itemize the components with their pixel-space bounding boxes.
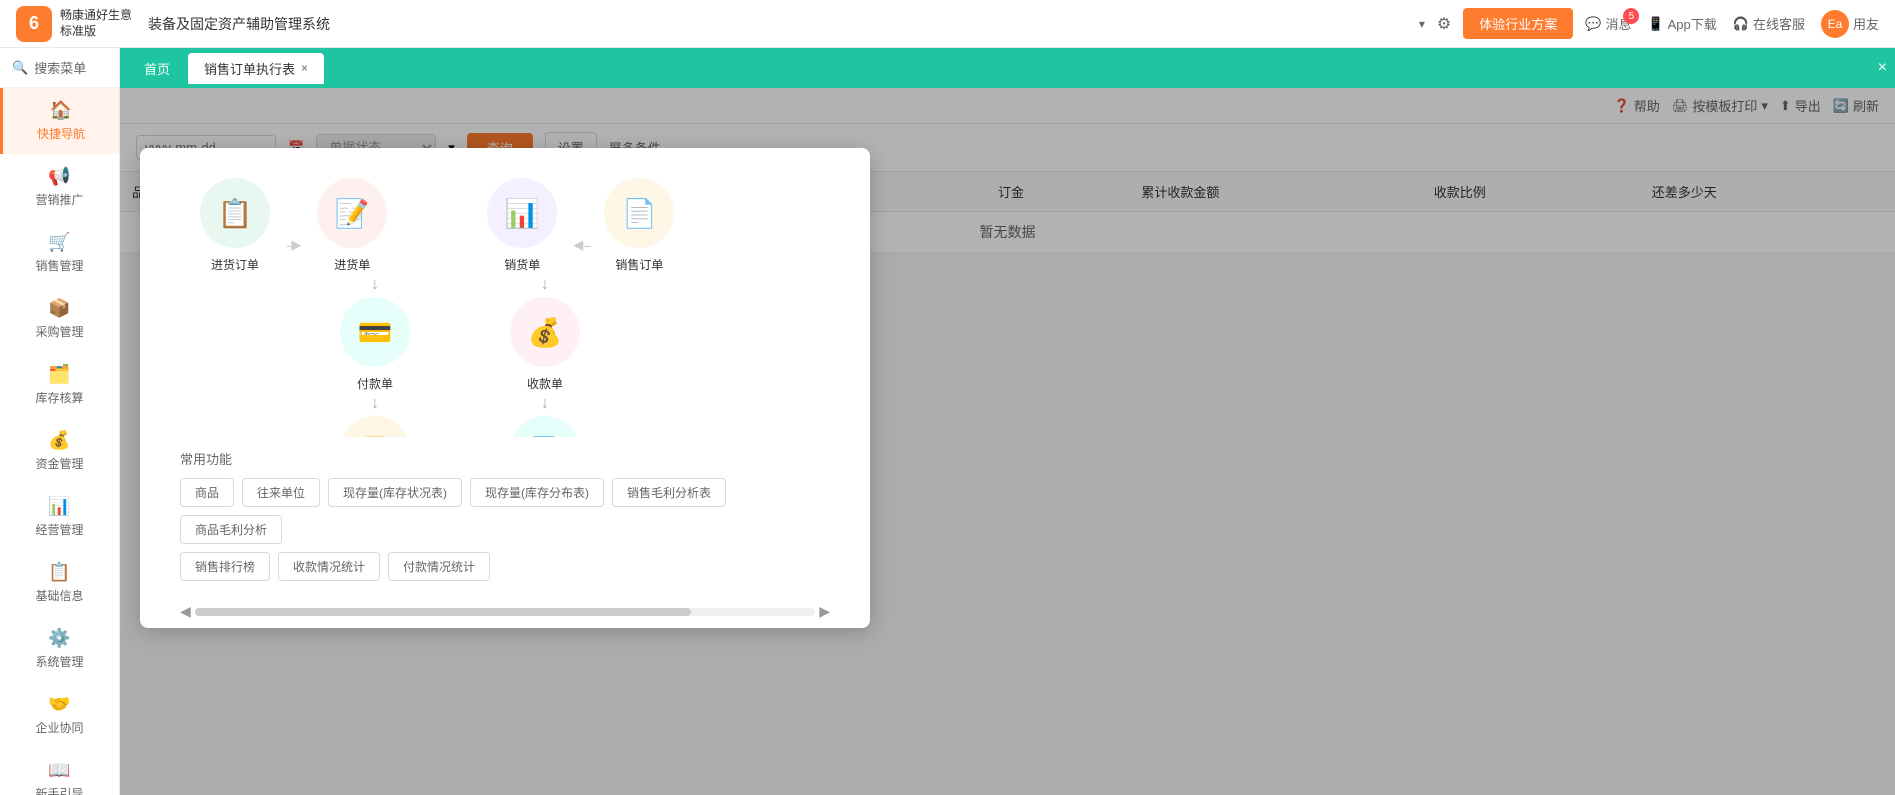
sidebar-item-system[interactable]: ⚙️ 系统管理 [0, 616, 119, 682]
finance-icon: 💰 [48, 430, 70, 451]
func-btn-goods-profit[interactable]: 商品毛利分析 [180, 515, 282, 544]
sidebar-search[interactable]: 🔍 搜索菜单 [0, 48, 119, 88]
receipt-bill-icon: 💰 [510, 297, 580, 367]
operations-icon: 📊 [48, 496, 70, 517]
system-icon: ⚙️ [48, 628, 70, 649]
func-buttons-row2: 销售排行榜 收款情况统计 付款情况统计 [180, 552, 830, 581]
guide-icon: 📖 [48, 760, 70, 781]
header-right: 💬 消息 5 📱 App下载 🎧 在线客服 Ea 用友 [1585, 10, 1879, 38]
service-icon: 🎧 [1733, 16, 1749, 32]
online-service-action[interactable]: 🎧 在线客服 [1733, 14, 1805, 33]
purchase-bill-icon: 📝 [317, 178, 387, 248]
payment-bill-label: 付款单 [357, 375, 393, 392]
marketing-icon: 📢 [48, 166, 70, 187]
func-btn-payment-stats[interactable]: 付款情况统计 [388, 552, 490, 581]
tab-bar: 首页 销售订单执行表 × × [120, 48, 1895, 88]
modal-box: 📋 进货订单 - - - ▶ 📝 [140, 148, 870, 628]
common-functions-title: 常用功能 [180, 449, 830, 468]
scroll-arrows: ◀ ▶ [180, 603, 830, 620]
flow-area: 📋 进货订单 - - - ▶ 📝 [140, 148, 870, 437]
func-buttons-row: 商品 往来单位 现存量(库存状况表) 现存量(库存分布表) 销售毛利分析表 商品… [180, 478, 830, 544]
flow-node-supplier-account: 📒 供应商账本 [330, 416, 420, 437]
sidebar: 🔍 搜索菜单 🏠 快捷导航 📢 营销推广 🛒 销售管理 📦 采购管理 🗂️ [0, 48, 120, 795]
download-icon: 📱 [1647, 16, 1663, 32]
content-area: 首页 销售订单执行表 × × ❓ 帮助 🖨 按 [120, 48, 1895, 795]
logo-area: 6 畅康通好生意 标准版 [16, 6, 136, 42]
modal-overlay[interactable]: 📋 进货订单 - - - ▶ 📝 [120, 88, 1895, 795]
receipt-bill-down-arrow: ↓ [500, 396, 590, 412]
dropdown-arrow[interactable]: ▾ [1419, 17, 1425, 31]
sales-bill-label: 销货单 [504, 256, 540, 273]
payment-bill-icon: 💳 [340, 297, 410, 367]
purchase-order-icon: 📋 [200, 178, 270, 248]
tab-close-icon[interactable]: × [301, 61, 308, 75]
sidebar-item-finance[interactable]: 💰 资金管理 [0, 418, 119, 484]
sidebar-item-inventory[interactable]: 🗂️ 库存核算 [0, 352, 119, 418]
home-icon: 🏠 [50, 100, 72, 121]
sales-bill-icon: 📊 [487, 178, 557, 248]
payment-bill-down-arrow: ↓ [330, 396, 420, 412]
flow-node-customer-account: 📘 客户账本 [500, 416, 590, 437]
func-btn-goods[interactable]: 商品 [180, 478, 234, 507]
flow-node-receipt-bill: 💰 收款单 [500, 297, 590, 392]
tab-home[interactable]: 首页 [128, 53, 186, 84]
purchase-bill-down-arrow: ↓ [330, 277, 420, 293]
scroll-right-btn[interactable]: ▶ [819, 603, 830, 620]
tab-bar-close-icon[interactable]: × [1878, 59, 1887, 77]
basic-icon: 📋 [48, 562, 70, 583]
modal-scrollbar: ◀ ▶ [140, 597, 870, 628]
flow-node-purchase-bill: 📝 进货单 [307, 178, 397, 273]
purchase-icon: 📦 [48, 298, 70, 319]
logo-icon: 6 [16, 6, 52, 42]
flow-node-sales-bill: 📊 销货单 [477, 178, 567, 273]
supplier-account-icon: 📒 [340, 416, 410, 437]
sidebar-item-enterprise[interactable]: 🤝 企业协同 [0, 682, 119, 748]
func-btn-receipt-stats[interactable]: 收款情况统计 [278, 552, 380, 581]
sales-order-label: 销售订单 [615, 256, 663, 273]
func-btn-stock-dist[interactable]: 现存量(库存分布表) [470, 478, 604, 507]
common-functions-area: 常用功能 商品 往来单位 现存量(库存状况表) 现存量(库存分布表) 销售毛利分… [140, 437, 870, 597]
inventory-icon: 🗂️ [48, 364, 70, 385]
main-layout: 🔍 搜索菜单 🏠 快捷导航 📢 营销推广 🛒 销售管理 📦 采购管理 🗂️ [0, 48, 1895, 795]
message-badge: 5 [1623, 8, 1639, 24]
purchase-order-label: 进货订单 [211, 256, 259, 273]
flow-node-payment-bill: 💳 付款单 [330, 297, 420, 392]
sidebar-item-basic-info[interactable]: 📋 基础信息 [0, 550, 119, 616]
scroll-left-btn[interactable]: ◀ [180, 603, 191, 620]
message-action[interactable]: 💬 消息 5 [1585, 14, 1631, 33]
system-title: 装备及固定资产辅助管理系统 [148, 14, 1407, 34]
scrollbar-track[interactable] [195, 608, 815, 616]
customer-account-icon: 📘 [510, 416, 580, 437]
settings-icon[interactable]: ⚙ [1437, 14, 1451, 34]
tab-sales-order[interactable]: 销售订单执行表 × [188, 53, 324, 84]
func-btn-stock-status[interactable]: 现存量(库存状况表) [328, 478, 462, 507]
scrollbar-thumb [195, 608, 691, 616]
sidebar-item-purchase[interactable]: 📦 采购管理 [0, 286, 119, 352]
app-download-action[interactable]: 📱 App下载 [1647, 14, 1716, 33]
func-btn-sales-ranking[interactable]: 销售排行榜 [180, 552, 270, 581]
enterprise-icon: 🤝 [48, 694, 70, 715]
sidebar-item-marketing[interactable]: 📢 营销推广 [0, 154, 119, 220]
user-action[interactable]: Ea 用友 [1821, 10, 1879, 38]
flow-node-purchase-order: 📋 进货订单 [190, 178, 280, 273]
sidebar-item-guide[interactable]: 📖 新手引导 [0, 748, 119, 795]
message-icon: 💬 [1585, 16, 1601, 32]
sales-icon: 🛒 [48, 232, 70, 253]
sidebar-item-operations[interactable]: 📊 经营管理 [0, 484, 119, 550]
func-btn-counterpart[interactable]: 往来单位 [242, 478, 320, 507]
top-header: 6 畅康通好生意 标准版 装备及固定资产辅助管理系统 ▾ ⚙ 体验行业方案 💬 … [0, 0, 1895, 48]
logo-text: 畅康通好生意 标准版 [60, 8, 132, 39]
purchase-bill-label: 进货单 [334, 256, 370, 273]
search-icon: 🔍 [12, 60, 28, 76]
sidebar-item-sales[interactable]: 🛒 销售管理 [0, 220, 119, 286]
func-btn-sales-profit[interactable]: 销售毛利分析表 [612, 478, 726, 507]
flow-node-sales-order: 📄 销售订单 [594, 178, 684, 273]
experience-button[interactable]: 体验行业方案 [1463, 8, 1573, 39]
sales-order-icon: 📄 [604, 178, 674, 248]
user-avatar: Ea [1821, 10, 1849, 38]
receipt-bill-label: 收款单 [527, 375, 563, 392]
sidebar-item-quick-nav[interactable]: 🏠 快捷导航 [0, 88, 119, 154]
sales-bill-down-arrow: ↓ [500, 277, 590, 293]
page-content: ❓ 帮助 🖨 按模板打印 ▾ ⬆ 导出 🔄 刷新 [120, 88, 1895, 795]
